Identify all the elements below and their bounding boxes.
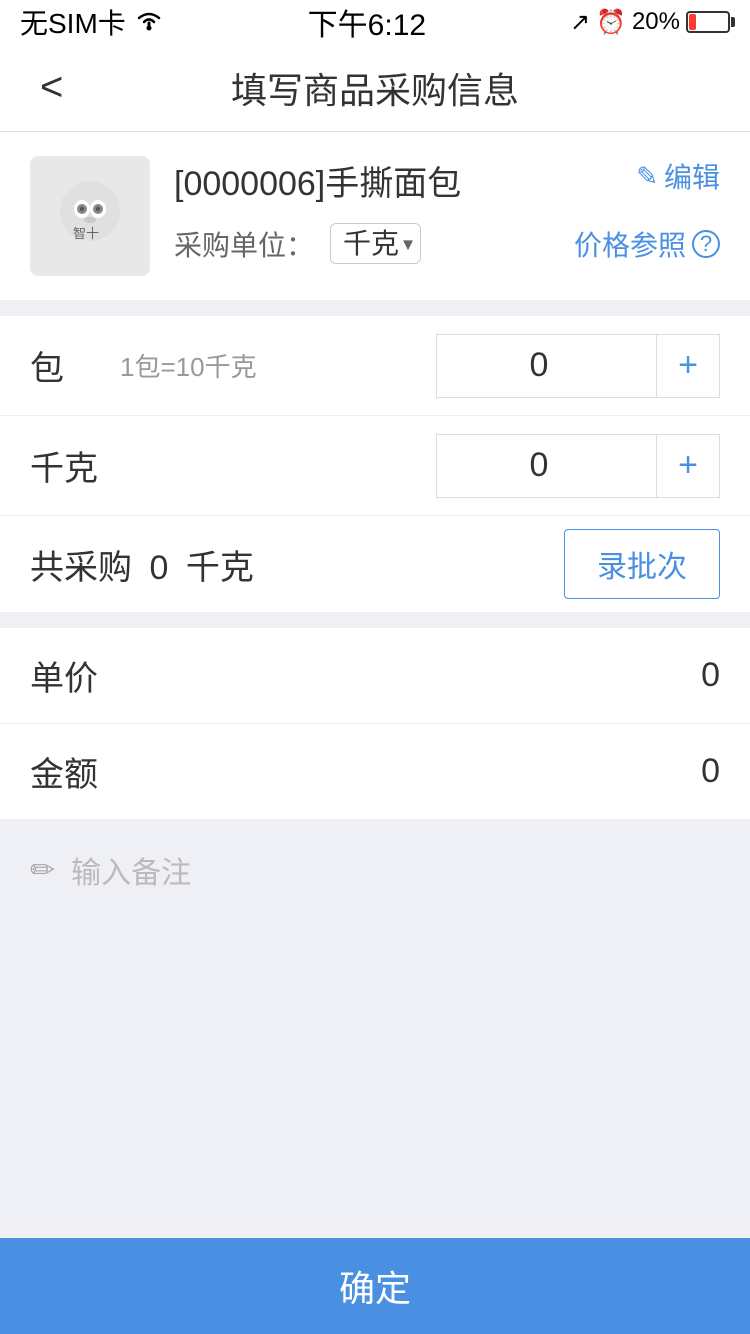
unit-label: 采购单位： xyxy=(174,224,314,264)
quantity-row-bao: 包 1包=10千克 + xyxy=(0,316,750,416)
bao-input[interactable] xyxy=(436,334,656,398)
back-button[interactable]: < xyxy=(30,55,73,120)
price-reference[interactable]: 价格参照 ? xyxy=(574,224,720,264)
kg-plus-button[interactable]: + xyxy=(656,434,720,498)
price-ref-icon: ? xyxy=(692,230,720,258)
product-name: [0000006]手撕面包 xyxy=(174,156,461,205)
product-info: [0000006]手撕面包 ✎ 编辑 采购单位： 千克 包 价格参照 ? xyxy=(174,156,720,264)
unit-price-row: 单价 0 xyxy=(0,628,750,724)
summary-amount: 0 xyxy=(149,549,168,587)
unit-price-label: 单价 xyxy=(30,651,98,700)
divider-1 xyxy=(0,300,750,316)
summary-text: 共采购 0 千克 xyxy=(30,540,254,589)
page-title: 填写商品采购信息 xyxy=(231,62,519,114)
status-time: 下午6:12 xyxy=(308,0,426,44)
kg-label: 千克 xyxy=(30,441,110,490)
product-card: 智十 [0000006]手撕面包 ✎ 编辑 采购单位： 千克 包 价格参照 xyxy=(0,132,750,300)
product-thumbnail: 智十 xyxy=(30,156,150,276)
bao-label: 包 xyxy=(30,341,110,390)
price-section: 单价 0 金额 0 xyxy=(0,628,750,820)
nav-bar: < 填写商品采购信息 xyxy=(0,44,750,132)
unit-select[interactable]: 千克 包 xyxy=(330,223,421,264)
bao-plus-button[interactable]: + xyxy=(656,334,720,398)
battery-percent: 20% xyxy=(632,8,680,36)
amount-row: 金额 0 xyxy=(0,724,750,820)
note-section[interactable]: ✏ 输入备注 xyxy=(0,820,750,920)
note-icon: ✏ xyxy=(30,853,55,888)
summary-row: 共采购 0 千克 录批次 xyxy=(0,516,750,612)
quantity-row-kg: 千克 + xyxy=(0,416,750,516)
status-carrier: 无SIM卡 xyxy=(20,2,164,42)
wifi-icon xyxy=(134,6,164,38)
amount-label: 金额 xyxy=(30,747,98,796)
product-top-row: [0000006]手撕面包 ✎ 编辑 xyxy=(174,156,720,223)
unit-select-wrap[interactable]: 千克 包 xyxy=(330,223,421,264)
divider-2 xyxy=(0,612,750,628)
kg-input-group: + xyxy=(436,434,720,498)
amount-value: 0 xyxy=(701,752,720,791)
location-icon: ↗ xyxy=(570,8,590,37)
edit-button[interactable]: ✎ 编辑 xyxy=(636,156,720,196)
bao-input-group: + xyxy=(436,334,720,398)
status-right: ↗ ⏰ 20% xyxy=(570,8,730,37)
bottom-area xyxy=(0,920,750,1220)
product-unit-row: 采购单位： 千克 包 价格参照 ? xyxy=(174,223,720,264)
quantity-section: 包 1包=10千克 + 千克 + xyxy=(0,316,750,516)
confirm-button[interactable]: 确定 xyxy=(0,1238,750,1334)
note-placeholder: 输入备注 xyxy=(71,848,191,892)
bao-sublabel: 1包=10千克 xyxy=(120,347,257,384)
kg-input[interactable] xyxy=(436,434,656,498)
edit-icon: ✎ xyxy=(636,161,658,192)
unit-price-value: 0 xyxy=(701,656,720,695)
svg-text:智十: 智十 xyxy=(73,226,99,241)
product-logo: 智十 xyxy=(55,176,125,256)
battery-fill xyxy=(689,14,696,30)
carrier-text: 无SIM卡 xyxy=(20,2,126,42)
battery-indicator xyxy=(686,11,730,33)
status-bar: 无SIM卡 下午6:12 ↗ ⏰ 20% xyxy=(0,0,750,44)
alarm-icon: ⏰ xyxy=(596,8,626,37)
batch-button[interactable]: 录批次 xyxy=(564,529,720,599)
